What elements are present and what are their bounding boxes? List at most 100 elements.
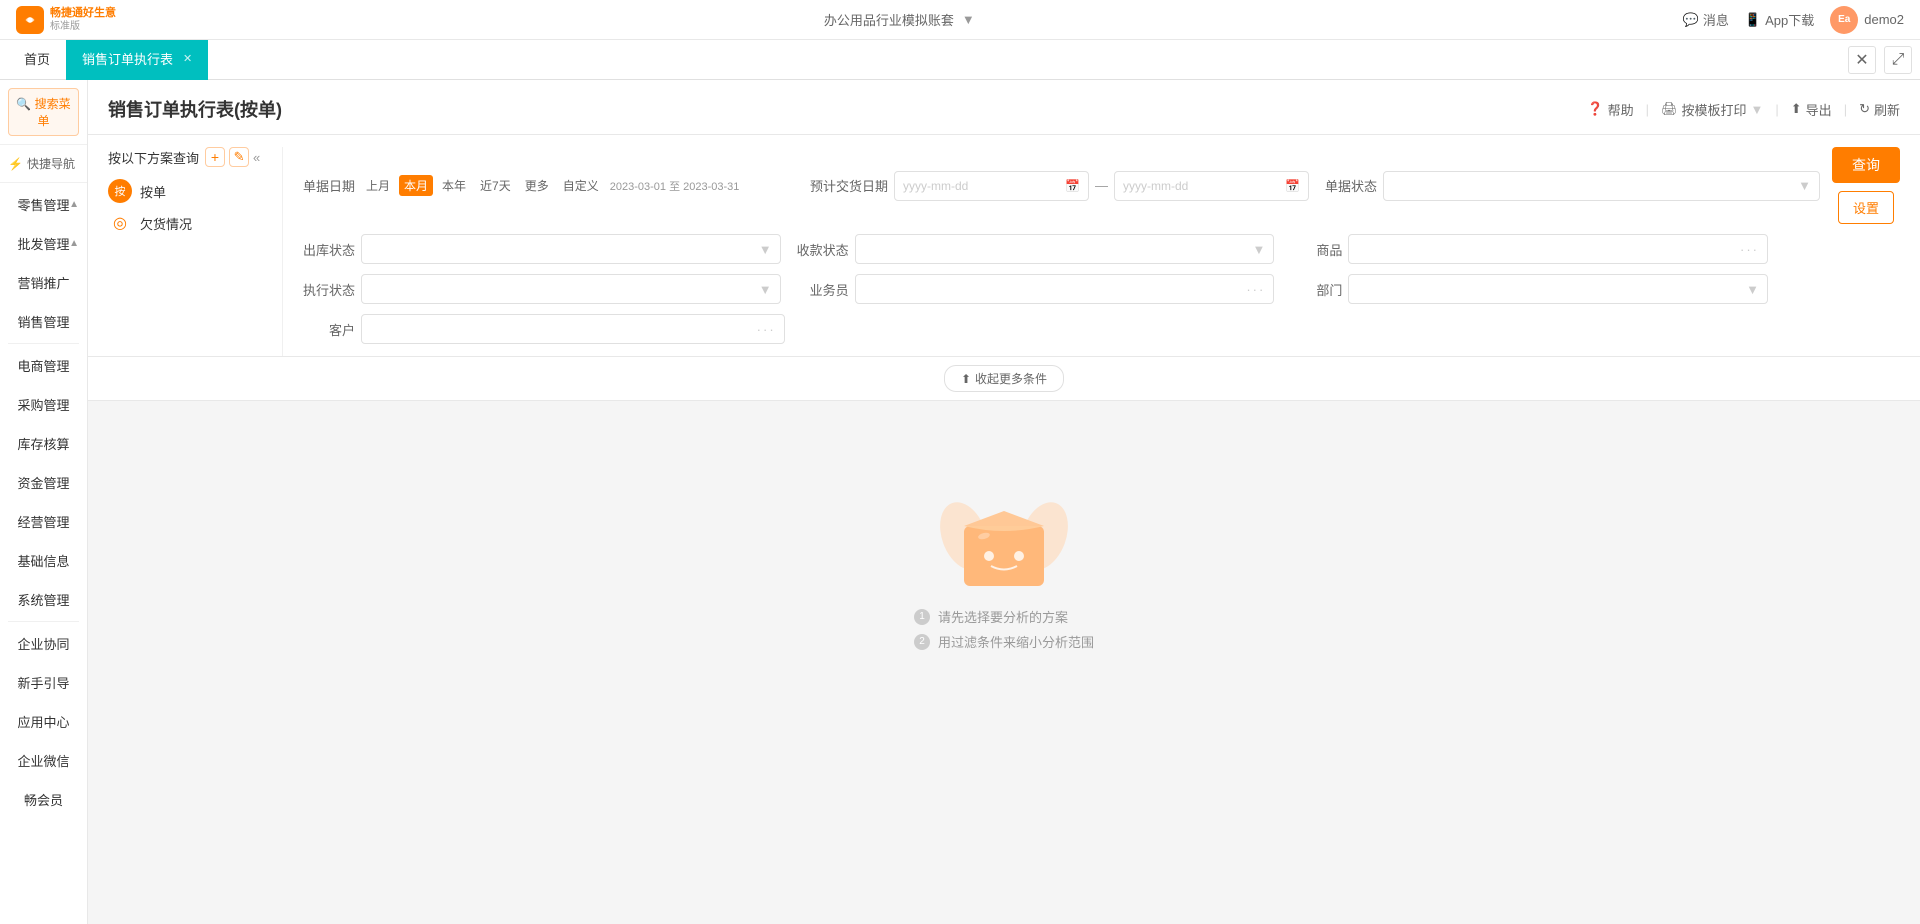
scheme-item-欠货[interactable]: ◎ 欠货情况 bbox=[108, 207, 270, 239]
expected-date-to-input[interactable]: yyyy-mm-dd 📅 bbox=[1114, 171, 1309, 201]
collapse-icon: ⬆ bbox=[961, 372, 971, 386]
empty-hint-2: 2 用过滤条件来缩小分析范围 bbox=[914, 632, 1094, 651]
message-button[interactable]: 💬 消息 bbox=[1683, 10, 1729, 29]
divider2: | bbox=[1775, 102, 1778, 117]
sidebar-item-system[interactable]: 系统管理 bbox=[0, 580, 87, 619]
scheme-icon-按单: 按 bbox=[108, 179, 132, 203]
edit-scheme-button[interactable]: ✎ bbox=[229, 147, 249, 167]
tab-home[interactable]: 首页 bbox=[8, 40, 66, 80]
scheme-column: 按以下方案查询 + ✎ « 按 按单 ◎ 欠货情况 bbox=[108, 147, 283, 356]
salesperson-input[interactable]: ··· bbox=[855, 274, 1275, 304]
main-layout: 🔍 搜索菜单 ⚡ 快捷导航 零售管理 ▲ 批发管理 ▲ 营销推广 销售管理 bbox=[0, 80, 1920, 924]
sidebar-item-retail[interactable]: 零售管理 ▲ bbox=[0, 185, 87, 224]
collapse-bar: ⬆ 收起更多条件 bbox=[88, 357, 1920, 401]
sidebar-item-inventory[interactable]: 库存核算 bbox=[0, 424, 87, 463]
topbar: 畅捷通好生意 标准版 办公用品行业模拟账套 ▼ 💬 消息 📱 App下载 Ea … bbox=[0, 0, 1920, 40]
scheme-actions: + ✎ « bbox=[205, 147, 260, 167]
sidebar-item-wholesale[interactable]: 批发管理 ▲ bbox=[0, 224, 87, 263]
sidebar-item-marketing[interactable]: 营销推广 bbox=[0, 263, 87, 302]
dept-field: 部门 ▼ bbox=[1286, 274, 1768, 304]
status-field: 单据状态 ▼ bbox=[1321, 171, 1820, 201]
divider: | bbox=[1646, 102, 1649, 117]
sidebar-item-finance[interactable]: 资金管理 bbox=[0, 463, 87, 502]
status-label: 单据状态 bbox=[1321, 176, 1377, 195]
collapse-scheme-button[interactable]: « bbox=[253, 150, 260, 165]
export-button[interactable]: ⬆ 导出 bbox=[1791, 100, 1832, 119]
divider3: | bbox=[1844, 102, 1847, 117]
logo-area: 畅捷通好生意 标准版 bbox=[16, 6, 116, 34]
hint-num-2: 2 bbox=[914, 634, 930, 650]
date-tab-last-month[interactable]: 上月 bbox=[361, 175, 395, 196]
date-tab-this-year[interactable]: 本年 bbox=[437, 175, 471, 196]
outbound-status-select[interactable]: ▼ bbox=[361, 234, 781, 264]
customer-label: 客户 bbox=[299, 320, 355, 339]
customer-field: 客户 ··· bbox=[299, 314, 785, 344]
date-tab-last7[interactable]: 近7天 bbox=[475, 175, 516, 196]
customer-more-icon: ··· bbox=[757, 322, 776, 337]
expected-date-label: 预计交货日期 bbox=[810, 176, 888, 195]
message-icon: 💬 bbox=[1683, 12, 1699, 28]
filter-row-1: 单据日期 上月 本月 本年 近7天 更多 自定义 2023-03-01 至 20… bbox=[299, 147, 1900, 224]
date-tab-more[interactable]: 更多 bbox=[520, 175, 554, 196]
payment-dropdown-icon: ▼ bbox=[1252, 242, 1265, 257]
date-field: 单据日期 上月 本月 本年 近7天 更多 自定义 2023-03-01 至 20… bbox=[299, 175, 798, 196]
export-icon: ⬆ bbox=[1791, 101, 1802, 117]
sidebar-item-purchase[interactable]: 采购管理 bbox=[0, 385, 87, 424]
app-download-button[interactable]: 📱 App下载 bbox=[1745, 10, 1814, 29]
add-scheme-button[interactable]: + bbox=[205, 147, 225, 167]
sidebar-menu-section: 零售管理 ▲ 批发管理 ▲ 营销推广 销售管理 电商管理 采购管理 库存核算 bbox=[0, 183, 87, 821]
sidebar-item-quicknav[interactable]: ⚡ 快捷导航 bbox=[0, 149, 87, 178]
scheme-title: 按以下方案查询 bbox=[108, 148, 199, 167]
sidebar-item-apps[interactable]: 应用中心 bbox=[0, 702, 87, 741]
tab-sales-exec[interactable]: 销售订单执行表 ✕ bbox=[66, 40, 208, 80]
sidebar-item-member[interactable]: 畅会员 bbox=[0, 780, 87, 819]
collapse-button[interactable]: ⬆ 收起更多条件 bbox=[944, 365, 1064, 392]
tab-close-icon[interactable]: ✕ bbox=[183, 52, 192, 65]
filter-row-3: 执行状态 ▼ 业务员 ··· 部门 bbox=[299, 274, 1900, 304]
outbound-field: 出库状态 ▼ bbox=[299, 234, 781, 264]
empty-hint-1: 1 请先选择要分析的方案 bbox=[914, 607, 1094, 626]
scheme-item-按单[interactable]: 按 按单 bbox=[108, 175, 270, 207]
date-tab-custom[interactable]: 自定义 bbox=[558, 175, 604, 196]
sidebar-item-wechat[interactable]: 企业微信 bbox=[0, 741, 87, 780]
print-button[interactable]: 🖨 按模板打印 ▼ bbox=[1661, 100, 1763, 119]
exec-status-select[interactable]: ▼ bbox=[361, 274, 781, 304]
user-area[interactable]: Ea demo2 bbox=[1830, 6, 1904, 34]
status-select[interactable]: ▼ bbox=[1383, 171, 1820, 201]
sidebar-item-newbie[interactable]: 新手引导 bbox=[0, 663, 87, 702]
sidebar-item-ecommerce[interactable]: 电商管理 bbox=[0, 346, 87, 385]
sidebar-item-operations[interactable]: 经营管理 bbox=[0, 502, 87, 541]
help-icon: ❓ bbox=[1587, 101, 1603, 117]
expected-date-from-input[interactable]: yyyy-mm-dd 📅 bbox=[894, 171, 1089, 201]
sidebar-item-sales[interactable]: 销售管理 bbox=[0, 302, 87, 341]
scheme-header: 按以下方案查询 + ✎ « bbox=[108, 147, 270, 167]
help-button[interactable]: ❓ 帮助 bbox=[1587, 100, 1633, 119]
empty-hints: 1 请先选择要分析的方案 2 用过滤条件来缩小分析范围 bbox=[914, 607, 1094, 651]
payment-status-select[interactable]: ▼ bbox=[855, 234, 1275, 264]
exec-dropdown-icon: ▼ bbox=[759, 282, 772, 297]
goods-input[interactable]: ··· bbox=[1348, 234, 1768, 264]
sidebar-item-enterprise[interactable]: 企业协同 bbox=[0, 624, 87, 663]
date-tab-this-month[interactable]: 本月 bbox=[399, 175, 433, 196]
search-menu-button[interactable]: 🔍 搜索菜单 bbox=[8, 88, 79, 136]
avatar: Ea bbox=[1830, 6, 1858, 34]
expand-button[interactable]: ⤢ bbox=[1884, 46, 1912, 74]
dept-select[interactable]: ▼ bbox=[1348, 274, 1768, 304]
query-button[interactable]: 查询 bbox=[1832, 147, 1900, 183]
user-name: demo2 bbox=[1864, 12, 1904, 27]
dept-dropdown-icon: ▼ bbox=[1746, 282, 1759, 297]
payment-field: 收款状态 ▼ bbox=[793, 234, 1275, 264]
topbar-breadcrumb: 办公用品行业模拟账套 ▼ bbox=[824, 10, 975, 29]
breadcrumb-dropdown-icon[interactable]: ▼ bbox=[962, 12, 975, 27]
sidebar-item-basic[interactable]: 基础信息 bbox=[0, 541, 87, 580]
customer-input[interactable]: ··· bbox=[361, 314, 785, 344]
settings-button[interactable]: 设置 bbox=[1838, 191, 1894, 224]
filter-panel: 按以下方案查询 + ✎ « 按 按单 ◎ 欠货情况 bbox=[88, 135, 1920, 357]
empty-hint-text-1: 请先选择要分析的方案 bbox=[938, 607, 1068, 626]
page-header: 销售订单执行表(按单) ❓ 帮助 | 🖨 按模板打印 ▼ | ⬆ 导出 | bbox=[88, 80, 1920, 135]
refresh-icon: ↻ bbox=[1859, 101, 1870, 117]
refresh-button[interactable]: ↻ 刷新 bbox=[1859, 100, 1900, 119]
close-all-tabs-button[interactable]: ✕ bbox=[1848, 46, 1876, 74]
empty-illustration-svg bbox=[939, 481, 1069, 591]
payment-status-label: 收款状态 bbox=[793, 240, 849, 259]
